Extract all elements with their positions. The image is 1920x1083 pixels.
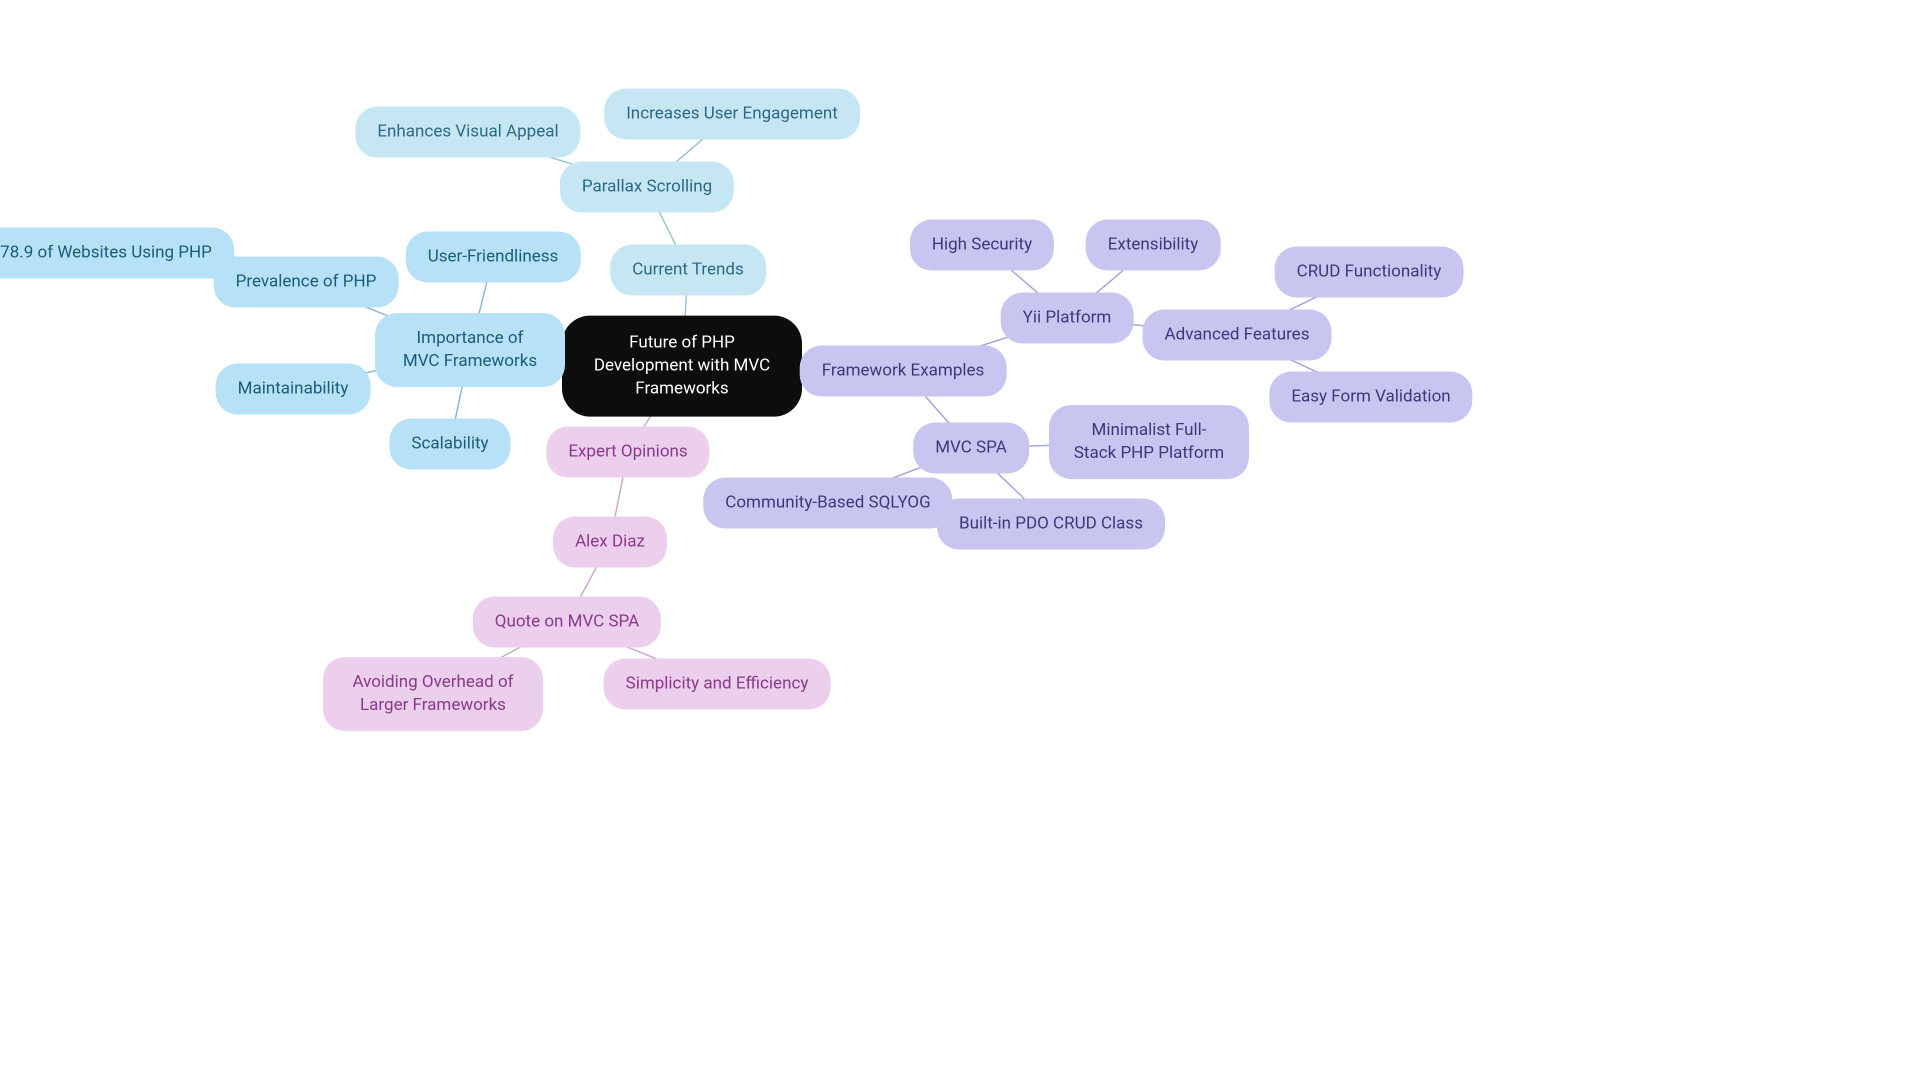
node-advanced-features[interactable]: Advanced Features (1143, 310, 1332, 361)
node-quote-mvcspa[interactable]: Quote on MVC SPA (473, 597, 661, 648)
node-parallax[interactable]: Parallax Scrolling (560, 162, 734, 213)
node-visual-appeal[interactable]: Enhances Visual Appeal (355, 107, 580, 158)
node-form-validation[interactable]: Easy Form Validation (1269, 372, 1472, 423)
node-expert-opinions[interactable]: Expert Opinions (546, 427, 709, 478)
node-mvcspa[interactable]: MVC SPA (913, 423, 1029, 474)
node-simplicity[interactable]: Simplicity and Efficiency (604, 659, 831, 710)
node-extensibility[interactable]: Extensibility (1086, 220, 1221, 271)
node-user-engagement[interactable]: Increases User Engagement (604, 89, 860, 140)
node-framework-examples[interactable]: Framework Examples (800, 346, 1007, 397)
node-crud[interactable]: CRUD Functionality (1275, 247, 1464, 298)
node-scalability[interactable]: Scalability (389, 419, 510, 470)
node-overhead[interactable]: Avoiding Overhead of Larger Frameworks (323, 657, 543, 731)
node-prevalence[interactable]: Prevalence of PHP (214, 257, 399, 308)
node-current-trends[interactable]: Current Trends (610, 245, 766, 296)
node-alex-diaz[interactable]: Alex Diaz (553, 517, 667, 568)
node-user-friendliness[interactable]: User-Friendliness (406, 232, 581, 283)
node-php-stat[interactable]: 78.9 of Websites Using PHP (0, 228, 234, 279)
node-pdo-class[interactable]: Built-in PDO CRUD Class (937, 499, 1165, 550)
node-maintainability[interactable]: Maintainability (216, 364, 371, 415)
node-minimalist[interactable]: Minimalist Full-Stack PHP Platform (1049, 405, 1249, 479)
node-importance[interactable]: Importance of MVC Frameworks (375, 313, 565, 387)
root-node[interactable]: Future of PHP Development with MVC Frame… (562, 316, 802, 417)
node-yii[interactable]: Yii Platform (1001, 293, 1134, 344)
node-high-security[interactable]: High Security (910, 220, 1054, 271)
node-sqlyog[interactable]: Community-Based SQLYOG (703, 478, 952, 529)
